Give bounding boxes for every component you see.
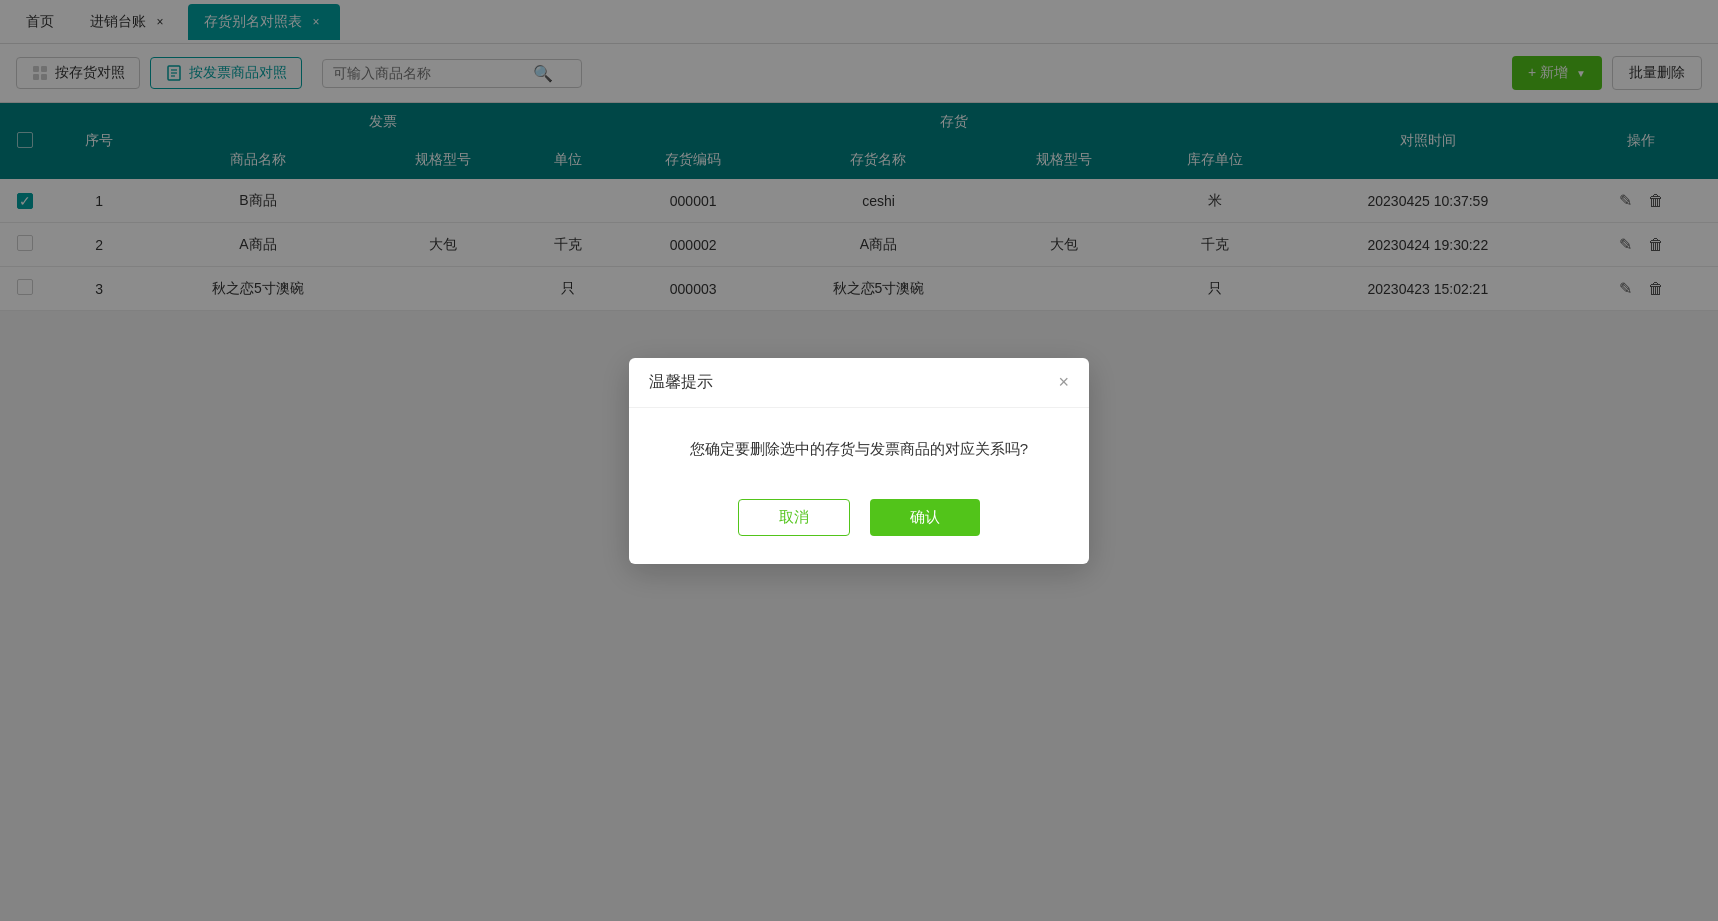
dialog-close-icon[interactable]: × [1058,373,1069,391]
dialog-footer: 取消 确认 [629,483,1089,564]
dialog-header: 温馨提示 × [629,358,1089,408]
dialog-body: 您确定要删除选中的存货与发票商品的对应关系吗? [629,408,1089,483]
dialog-message: 您确定要删除选中的存货与发票商品的对应关系吗? [690,440,1028,457]
btn-confirm[interactable]: 确认 [870,499,980,536]
confirm-dialog: 温馨提示 × 您确定要删除选中的存货与发票商品的对应关系吗? 取消 确认 [629,358,1089,564]
modal-overlay: 温馨提示 × 您确定要删除选中的存货与发票商品的对应关系吗? 取消 确认 [0,0,1718,921]
dialog-title: 温馨提示 [649,372,713,393]
btn-cancel[interactable]: 取消 [738,499,850,536]
